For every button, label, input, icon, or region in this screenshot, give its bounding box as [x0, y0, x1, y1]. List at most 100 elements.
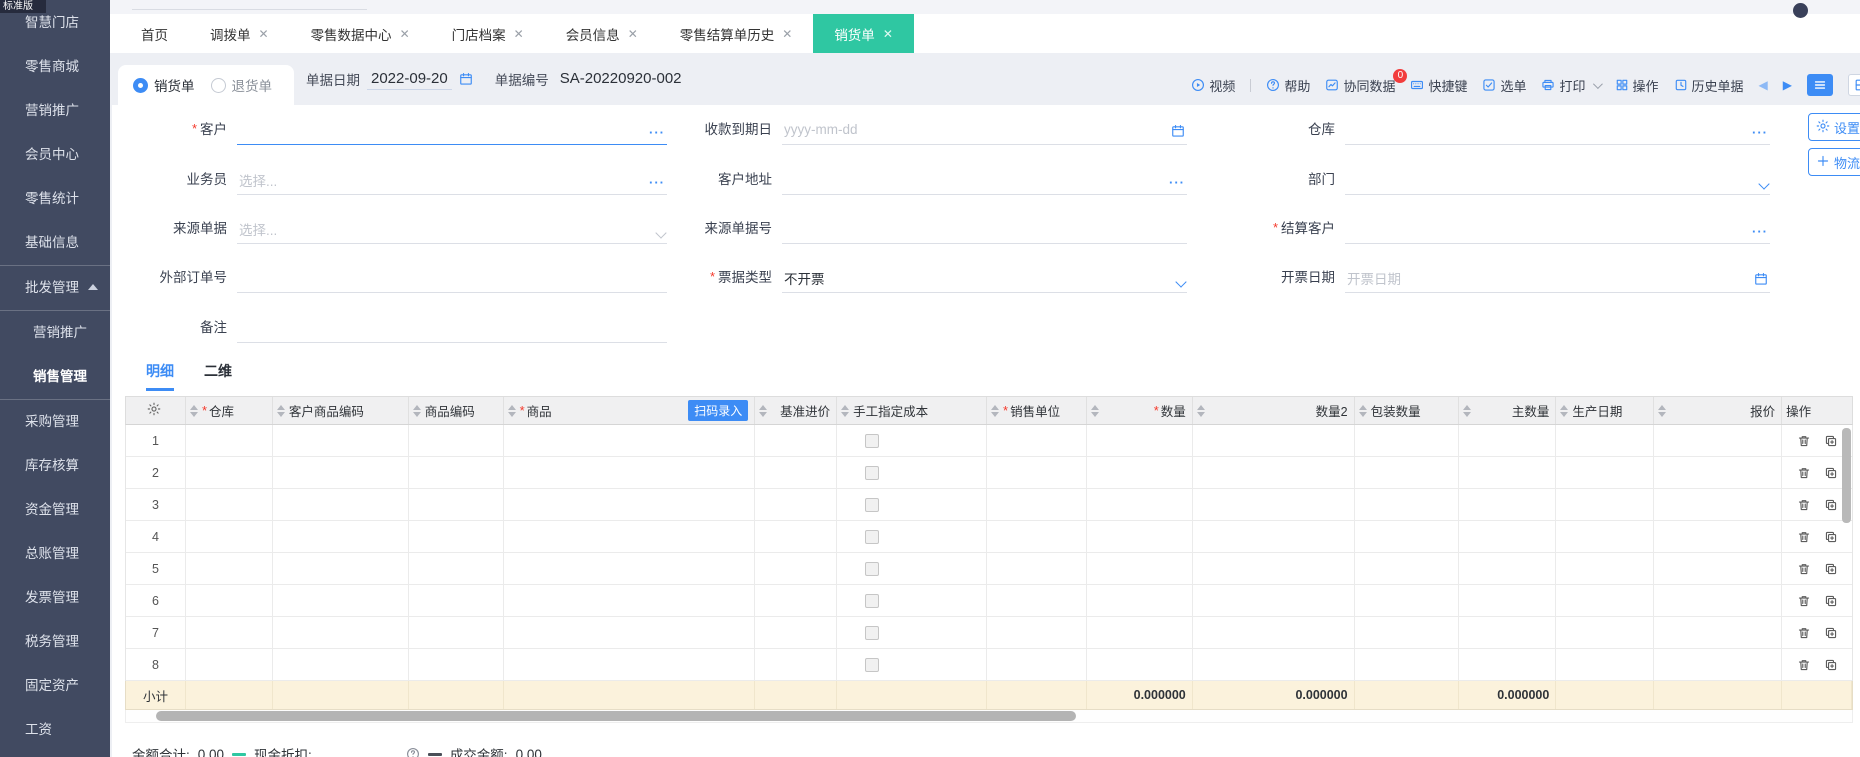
cell-数量2[interactable] [1193, 585, 1355, 616]
cell-销售单位[interactable] [987, 617, 1087, 648]
cell-主数量[interactable] [1459, 617, 1557, 648]
cell-仓库[interactable] [186, 521, 273, 552]
cell-销售单位[interactable] [987, 425, 1087, 456]
cell-数量[interactable] [1087, 649, 1193, 680]
cell-操作[interactable] [1782, 521, 1852, 552]
grid-settings-gear-icon[interactable] [147, 402, 161, 419]
cell-客户商品编码[interactable] [273, 425, 409, 456]
action-操作[interactable]: 操作 [1615, 76, 1659, 95]
next-doc-arrow[interactable]: ▶ [1783, 78, 1792, 92]
manual-cost-checkbox[interactable] [865, 529, 880, 544]
action-视频[interactable]: 视频 [1191, 76, 1235, 95]
cell-手工指定成本[interactable] [837, 617, 987, 648]
cell-生产日期[interactable] [1556, 649, 1655, 680]
sidebar-item-营销推广[interactable]: 营销推广 [0, 89, 110, 133]
cell-操作[interactable] [1782, 585, 1852, 616]
action-帮助[interactable]: 帮助 [1266, 76, 1310, 95]
manual-cost-checkbox[interactable] [865, 433, 880, 448]
cell-商品编码[interactable] [409, 553, 504, 584]
cell-客户商品编码[interactable] [273, 585, 409, 616]
cell-数量[interactable] [1087, 521, 1193, 552]
sidebar-item-总账管理[interactable]: 总账管理 [0, 532, 110, 576]
cell-报价[interactable] [1654, 521, 1783, 552]
cell-主数量[interactable] [1459, 521, 1557, 552]
action-选单[interactable]: 选单 [1482, 76, 1526, 95]
cell-操作[interactable] [1782, 649, 1852, 680]
copy-row-icon[interactable] [1824, 498, 1838, 512]
field-input-客户[interactable]: ··· [237, 115, 667, 145]
cell-基准进价[interactable] [755, 617, 838, 648]
cell-操作[interactable] [1782, 617, 1852, 648]
cell-生产日期[interactable] [1556, 457, 1655, 488]
more-options-icon[interactable]: ··· [1169, 176, 1185, 189]
cell-主数量[interactable] [1459, 585, 1557, 616]
cell-包装数量[interactable] [1355, 521, 1460, 552]
cell-仓库[interactable] [186, 489, 273, 520]
cell-报价[interactable] [1654, 649, 1783, 680]
cell-报价[interactable] [1654, 425, 1783, 456]
cell-主数量[interactable] [1459, 457, 1557, 488]
manual-cost-checkbox[interactable] [865, 657, 880, 672]
sort-carets-icon[interactable] [1560, 404, 1569, 417]
sort-carets-icon[interactable] [841, 404, 850, 417]
cell-生产日期[interactable] [1556, 489, 1655, 520]
cell-仓库[interactable] [186, 585, 273, 616]
close-icon[interactable]: ✕ [400, 27, 410, 41]
cell-手工指定成本[interactable] [837, 553, 987, 584]
detail-tab-二维[interactable]: 二维 [204, 361, 232, 391]
settings-button[interactable]: 设置 [1808, 113, 1860, 141]
copy-row-icon[interactable] [1824, 562, 1838, 576]
col-header-主数量[interactable]: 主数量 [1459, 397, 1557, 424]
prev-doc-arrow[interactable]: ◀ [1759, 78, 1768, 92]
cell-生产日期[interactable] [1556, 425, 1655, 456]
delete-row-icon[interactable] [1797, 434, 1811, 448]
split-view-button[interactable] [1848, 74, 1860, 96]
calendar-icon[interactable] [1171, 124, 1185, 138]
tab-零售数据中心[interactable]: 零售数据中心 ✕ [290, 14, 431, 53]
tab-会员信息[interactable]: 会员信息 ✕ [545, 14, 659, 53]
delete-row-icon[interactable] [1797, 626, 1811, 640]
field-input-来源单据号[interactable] [782, 214, 1187, 244]
field-input-开票日期[interactable]: 开票日期 [1345, 263, 1770, 293]
cell-仓库[interactable] [186, 425, 273, 456]
cell-客户商品编码[interactable] [273, 649, 409, 680]
dropdown-chevron-icon[interactable] [655, 227, 667, 239]
col-header-商品编码[interactable]: 商品编码 [409, 397, 504, 424]
copy-row-icon[interactable] [1824, 434, 1838, 448]
doc-type-radio-销货单[interactable]: 销货单 [133, 75, 195, 95]
cell-销售单位[interactable] [987, 649, 1087, 680]
cell-报价[interactable] [1654, 553, 1783, 584]
cell-商品[interactable] [504, 489, 756, 520]
cell-仓库[interactable] [186, 617, 273, 648]
cell-商品编码[interactable] [409, 457, 504, 488]
cell-数量2[interactable] [1193, 617, 1355, 648]
sidebar-item-工资[interactable]: 工资 [0, 708, 110, 752]
close-icon[interactable]: ✕ [782, 27, 792, 41]
sort-carets-icon[interactable] [189, 404, 198, 417]
scan-entry-button[interactable]: 扫码录入 [688, 400, 749, 421]
help-circle-icon[interactable] [406, 747, 420, 757]
sidebar-item-采购管理[interactable]: 采购管理 [0, 400, 110, 444]
field-input-收款到期日[interactable]: yyyy-mm-dd [782, 115, 1187, 145]
col-header-仓库[interactable]: * 仓库 [186, 397, 273, 424]
more-options-icon[interactable]: ··· [649, 176, 665, 189]
manual-cost-checkbox[interactable] [865, 593, 880, 608]
sort-carets-icon[interactable] [1358, 404, 1367, 417]
col-header-手工指定成本[interactable]: 手工指定成本 [837, 397, 987, 424]
cell-商品编码[interactable] [409, 425, 504, 456]
cell-商品编码[interactable] [409, 585, 504, 616]
sort-carets-icon[interactable] [507, 404, 516, 417]
cell-手工指定成本[interactable] [837, 521, 987, 552]
cell-主数量[interactable] [1459, 649, 1557, 680]
sort-carets-icon[interactable] [759, 404, 768, 417]
tab-零售结算单历史[interactable]: 零售结算单历史 ✕ [659, 14, 814, 53]
sort-carets-icon[interactable] [1463, 404, 1472, 417]
cell-商品编码[interactable] [409, 521, 504, 552]
cell-报价[interactable] [1654, 489, 1783, 520]
copy-row-icon[interactable] [1824, 530, 1838, 544]
horizontal-scrollbar-thumb[interactable] [156, 711, 1076, 721]
cell-包装数量[interactable] [1355, 585, 1460, 616]
detail-tab-明细[interactable]: 明细 [146, 361, 174, 391]
sort-carets-icon[interactable] [412, 404, 421, 417]
cell-主数量[interactable] [1459, 553, 1557, 584]
